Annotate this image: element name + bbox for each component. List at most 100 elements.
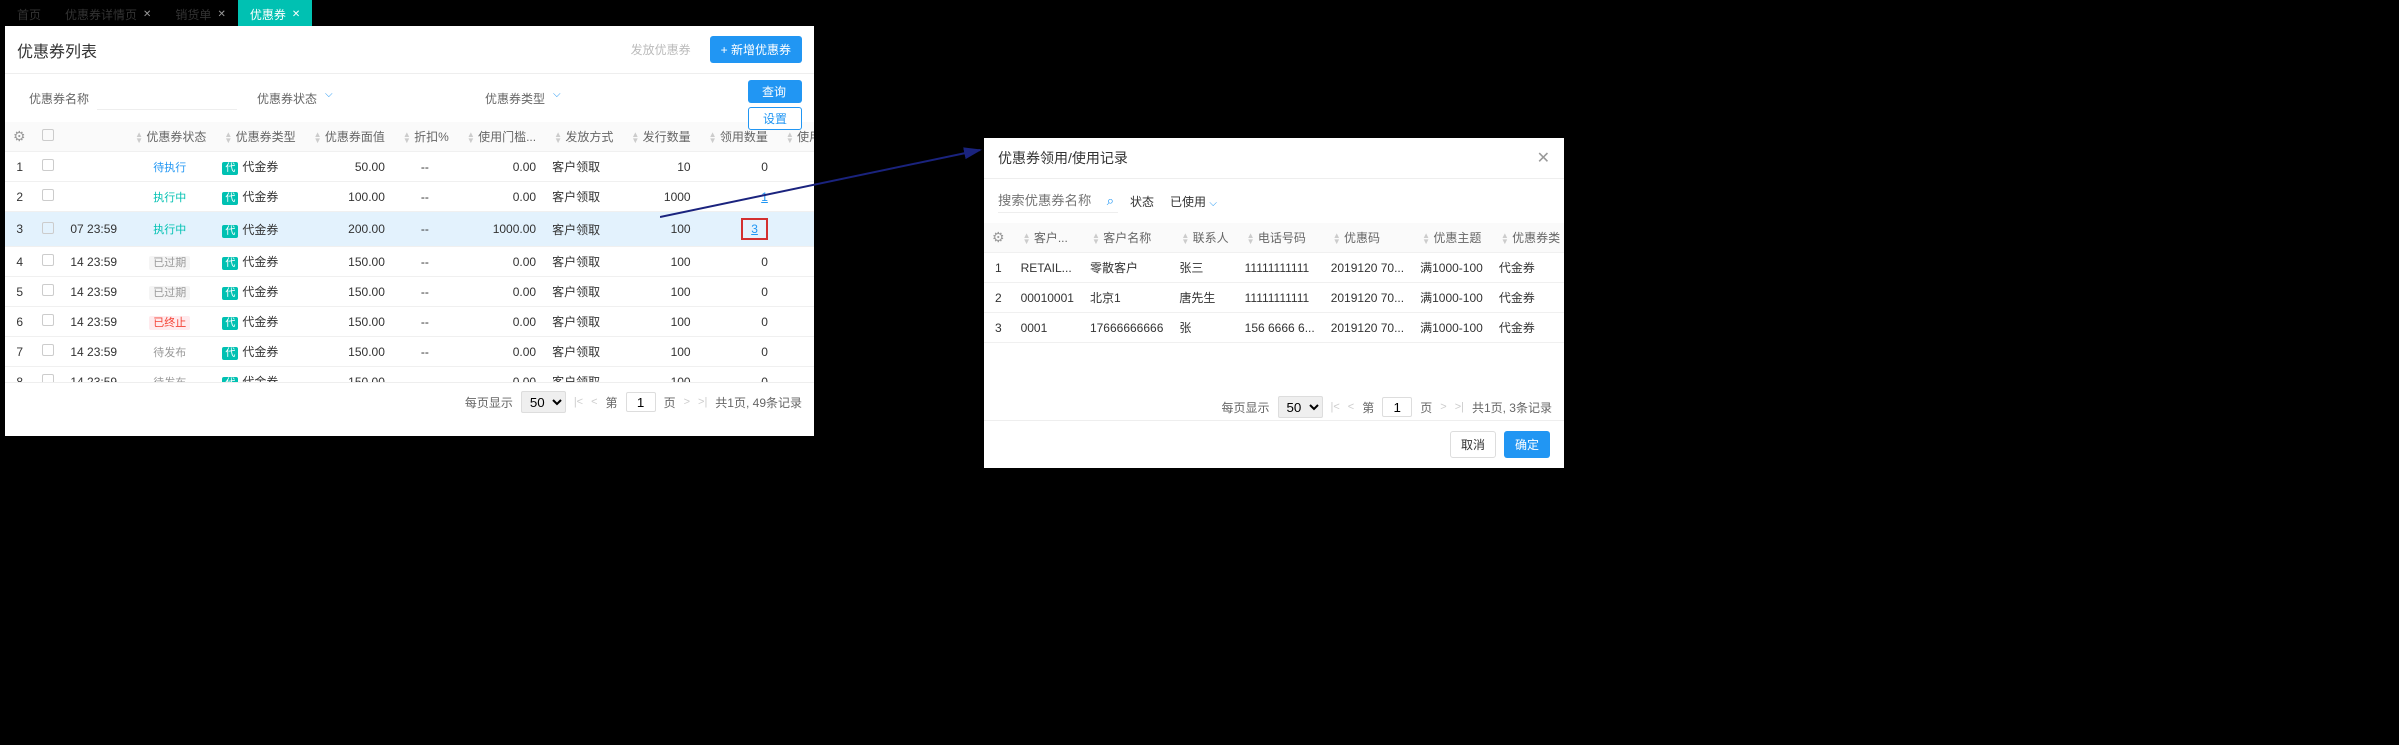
next-page-button[interactable]: > bbox=[684, 396, 690, 408]
gear-icon[interactable]: ⚙ bbox=[13, 128, 26, 144]
page-input[interactable] bbox=[1382, 397, 1412, 417]
sort-icon[interactable]: ▲▼ bbox=[554, 132, 562, 144]
sort-icon[interactable]: ▲▼ bbox=[1333, 233, 1341, 245]
setting-button[interactable]: 设置 bbox=[748, 107, 802, 130]
first-page-button[interactable]: |< bbox=[574, 396, 583, 408]
close-icon[interactable]: ✕ bbox=[217, 9, 225, 20]
close-icon[interactable]: ✕ bbox=[292, 9, 300, 20]
row-checkbox[interactable] bbox=[42, 222, 54, 234]
column-header[interactable]: ▲▼ 联系人 bbox=[1171, 223, 1236, 253]
column-header[interactable]: ▲▼ 发放方式 bbox=[544, 122, 621, 152]
cell-claimed[interactable]: 0 bbox=[699, 277, 776, 307]
filter-type-select[interactable]: ⌵ bbox=[553, 86, 693, 110]
column-header[interactable] bbox=[34, 122, 62, 152]
cell-used[interactable]: 0 bbox=[776, 367, 814, 383]
table-row[interactable]: 2执行中代代金券100.00--0.00客户领取100010↗⊞ bbox=[5, 182, 814, 212]
column-header[interactable]: ▲▼ 使用门槛... bbox=[457, 122, 544, 152]
column-header[interactable]: ▲▼ 折扣% bbox=[393, 122, 457, 152]
sort-icon[interactable]: ▲▼ bbox=[467, 132, 475, 144]
add-coupon-button[interactable]: + 新增优惠券 bbox=[710, 36, 802, 63]
sort-icon[interactable]: ▲▼ bbox=[1501, 233, 1509, 245]
sort-icon[interactable]: ▲▼ bbox=[631, 132, 639, 144]
row-checkbox[interactable] bbox=[42, 284, 54, 296]
sort-icon[interactable]: ▲▼ bbox=[403, 132, 411, 144]
per-page-select[interactable]: 50 bbox=[521, 391, 566, 413]
search-input[interactable] bbox=[998, 189, 1118, 213]
close-icon[interactable]: ✕ bbox=[1537, 148, 1550, 168]
column-header[interactable]: ▲▼ 电话号码 bbox=[1237, 223, 1323, 253]
tab-item[interactable]: 优惠券✕ bbox=[238, 0, 312, 28]
sort-icon[interactable]: ▲▼ bbox=[786, 132, 794, 144]
tab-item[interactable]: 销货单✕ bbox=[163, 0, 237, 28]
column-header[interactable]: ▲▼ 客户... bbox=[1013, 223, 1082, 253]
cell-claimed[interactable]: 0 bbox=[699, 152, 776, 182]
column-header[interactable]: ▲▼ 优惠券类型 bbox=[214, 122, 303, 152]
cell-used[interactable]: 0 bbox=[776, 247, 814, 277]
column-header[interactable]: ▲▼ 优惠券状态 bbox=[125, 122, 214, 152]
sort-icon[interactable]: ▲▼ bbox=[1023, 233, 1031, 245]
row-checkbox[interactable] bbox=[42, 189, 54, 201]
distribute-button[interactable]: 发放优惠券 bbox=[620, 36, 702, 63]
tab-item[interactable]: 优惠券详情页✕ bbox=[53, 0, 163, 28]
last-page-button[interactable]: >| bbox=[698, 396, 707, 408]
cancel-button[interactable]: 取消 bbox=[1450, 431, 1496, 458]
cell-used[interactable]: 0 bbox=[776, 307, 814, 337]
column-header[interactable]: ⚙ bbox=[984, 223, 1013, 253]
column-header[interactable]: ▲▼ 优惠券类 bbox=[1491, 223, 1564, 253]
cell-used[interactable]: 0 bbox=[776, 337, 814, 367]
table-row[interactable]: 1待执行代代金券50.00--0.00客户领取1000↗⊞ bbox=[5, 152, 814, 182]
cell-claimed[interactable]: 0 bbox=[699, 247, 776, 277]
sort-icon[interactable]: ▲▼ bbox=[1181, 233, 1189, 245]
state-select[interactable]: 已使用 ⌵ bbox=[1166, 191, 1237, 212]
sort-icon[interactable]: ▲▼ bbox=[1422, 233, 1430, 245]
cell-claimed[interactable]: 1 bbox=[699, 182, 776, 212]
table-row[interactable]: 614 23:59已终止代代金券150.00--0.00客户领取10000↗⊞ bbox=[5, 307, 814, 337]
cell-claimed[interactable]: 0 bbox=[699, 367, 776, 383]
column-header[interactable]: ⚙ bbox=[5, 122, 34, 152]
column-header[interactable] bbox=[62, 122, 125, 152]
filter-name-input[interactable] bbox=[97, 86, 237, 110]
prev-page-button[interactable]: < bbox=[1348, 401, 1354, 413]
row-checkbox[interactable] bbox=[42, 344, 54, 356]
table-row[interactable]: 1RETAIL...零散客户张三111111111112019120 70...… bbox=[984, 253, 1564, 283]
table-row[interactable]: 307 23:59执行中代代金券200.00--1000.00客户领取10031… bbox=[5, 212, 814, 247]
next-page-button[interactable]: > bbox=[1440, 401, 1446, 413]
ok-button[interactable]: 确定 bbox=[1504, 431, 1550, 458]
page-input[interactable] bbox=[626, 392, 656, 412]
column-header[interactable]: ▲▼ 优惠码 bbox=[1323, 223, 1412, 253]
cell-used[interactable]: 1 bbox=[776, 212, 814, 247]
query-button[interactable]: 查询 bbox=[748, 80, 802, 103]
sort-icon[interactable]: ▲▼ bbox=[709, 132, 717, 144]
tab-item[interactable]: 首页 bbox=[5, 0, 53, 28]
column-header[interactable]: ▲▼ 发行数量 bbox=[621, 122, 698, 152]
sort-icon[interactable]: ▲▼ bbox=[1092, 233, 1100, 245]
cell-used[interactable]: 0 bbox=[776, 152, 814, 182]
cell-claimed[interactable]: 0 bbox=[699, 307, 776, 337]
cell-claimed[interactable]: 3 bbox=[699, 212, 776, 247]
first-page-button[interactable]: |< bbox=[1331, 401, 1340, 413]
table-row[interactable]: 814 23:59待发布代代金券150.00--0.00客户领取10000↗⊞ bbox=[5, 367, 814, 383]
per-page-select[interactable]: 50 bbox=[1278, 396, 1323, 418]
row-checkbox[interactable] bbox=[42, 374, 54, 382]
cell-used[interactable]: 0 bbox=[776, 277, 814, 307]
last-page-button[interactable]: >| bbox=[1455, 401, 1464, 413]
column-header[interactable]: ▲▼ 优惠主题 bbox=[1412, 223, 1491, 253]
sort-icon[interactable]: ▲▼ bbox=[135, 132, 143, 144]
sort-icon[interactable]: ▲▼ bbox=[224, 132, 232, 144]
sort-icon[interactable]: ▲▼ bbox=[314, 132, 322, 144]
gear-icon[interactable]: ⚙ bbox=[992, 229, 1005, 245]
close-icon[interactable]: ✕ bbox=[143, 9, 151, 20]
sort-icon[interactable]: ▲▼ bbox=[1247, 233, 1255, 245]
row-checkbox[interactable] bbox=[42, 159, 54, 171]
cell-used[interactable]: 0 bbox=[776, 182, 814, 212]
table-row[interactable]: 714 23:59待发布代代金券150.00--0.00客户领取10000↗⊞ bbox=[5, 337, 814, 367]
search-icon[interactable]: ⌕ bbox=[1107, 193, 1114, 209]
cell-claimed[interactable]: 0 bbox=[699, 337, 776, 367]
column-header[interactable]: ▲▼ 客户名称 bbox=[1082, 223, 1171, 253]
row-checkbox[interactable] bbox=[42, 254, 54, 266]
table-row[interactable]: 200010001北京1唐先生111111111112019120 70...满… bbox=[984, 283, 1564, 313]
column-header[interactable]: ▲▼ 优惠券面值 bbox=[304, 122, 393, 152]
table-row[interactable]: 414 23:59已过期代代金券150.00--0.00客户领取10000↗⊞ bbox=[5, 247, 814, 277]
prev-page-button[interactable]: < bbox=[591, 396, 597, 408]
filter-status-select[interactable]: ⌵ bbox=[325, 86, 465, 110]
